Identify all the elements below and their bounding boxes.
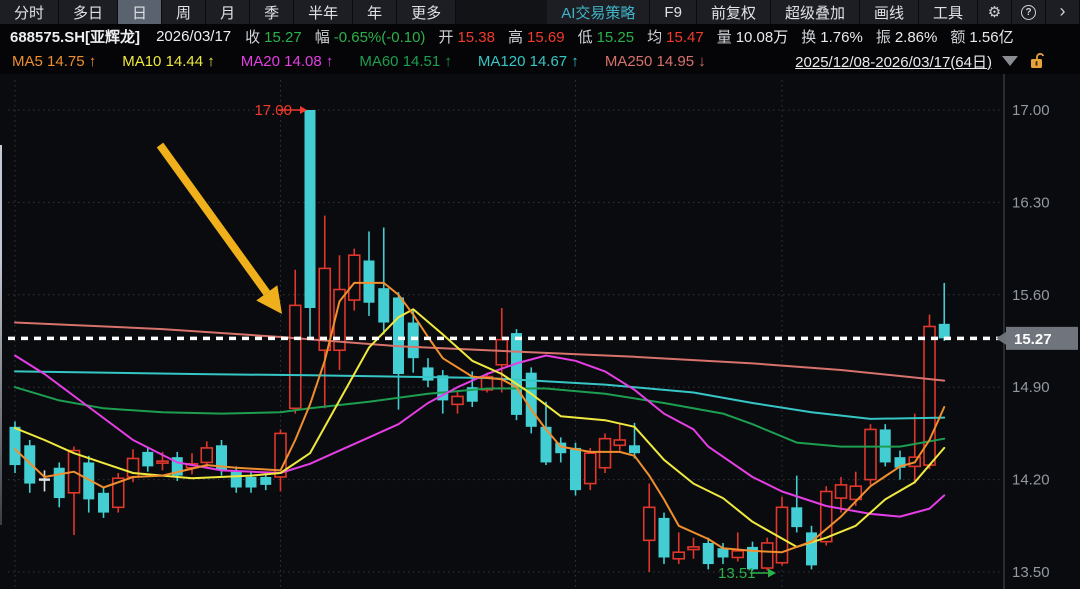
svg-text:14.90: 14.90	[1012, 379, 1050, 396]
ma5-line	[15, 283, 944, 552]
ma20-line	[15, 356, 944, 517]
stock-chart-app: 分时多日日周月季半年年更多 AI交易策略F9前复权超级叠加画线工具⚙?› 688…	[0, 0, 1080, 589]
svg-text:15.60: 15.60	[1012, 287, 1050, 304]
svg-text:14.20: 14.20	[1012, 472, 1050, 489]
last-price-pointer	[996, 331, 1007, 345]
gold-arrow-shaft	[160, 145, 267, 293]
candles	[10, 110, 950, 572]
ma10-line	[15, 309, 944, 547]
svg-text:13.50: 13.50	[1012, 564, 1050, 581]
ma250-line	[15, 323, 944, 381]
left-edge-divider	[0, 145, 2, 525]
ma60-line	[15, 387, 944, 446]
candlestick-chart[interactable]: 15.2717.0016.3015.6014.9014.2013.5017.00…	[0, 0, 1080, 589]
svg-text:15.27: 15.27	[1014, 331, 1052, 348]
svg-text:17.00: 17.00	[1012, 102, 1050, 119]
ma-lines	[15, 283, 944, 552]
low-price-label: 13.51	[718, 565, 756, 582]
svg-text:16.30: 16.30	[1012, 194, 1050, 211]
